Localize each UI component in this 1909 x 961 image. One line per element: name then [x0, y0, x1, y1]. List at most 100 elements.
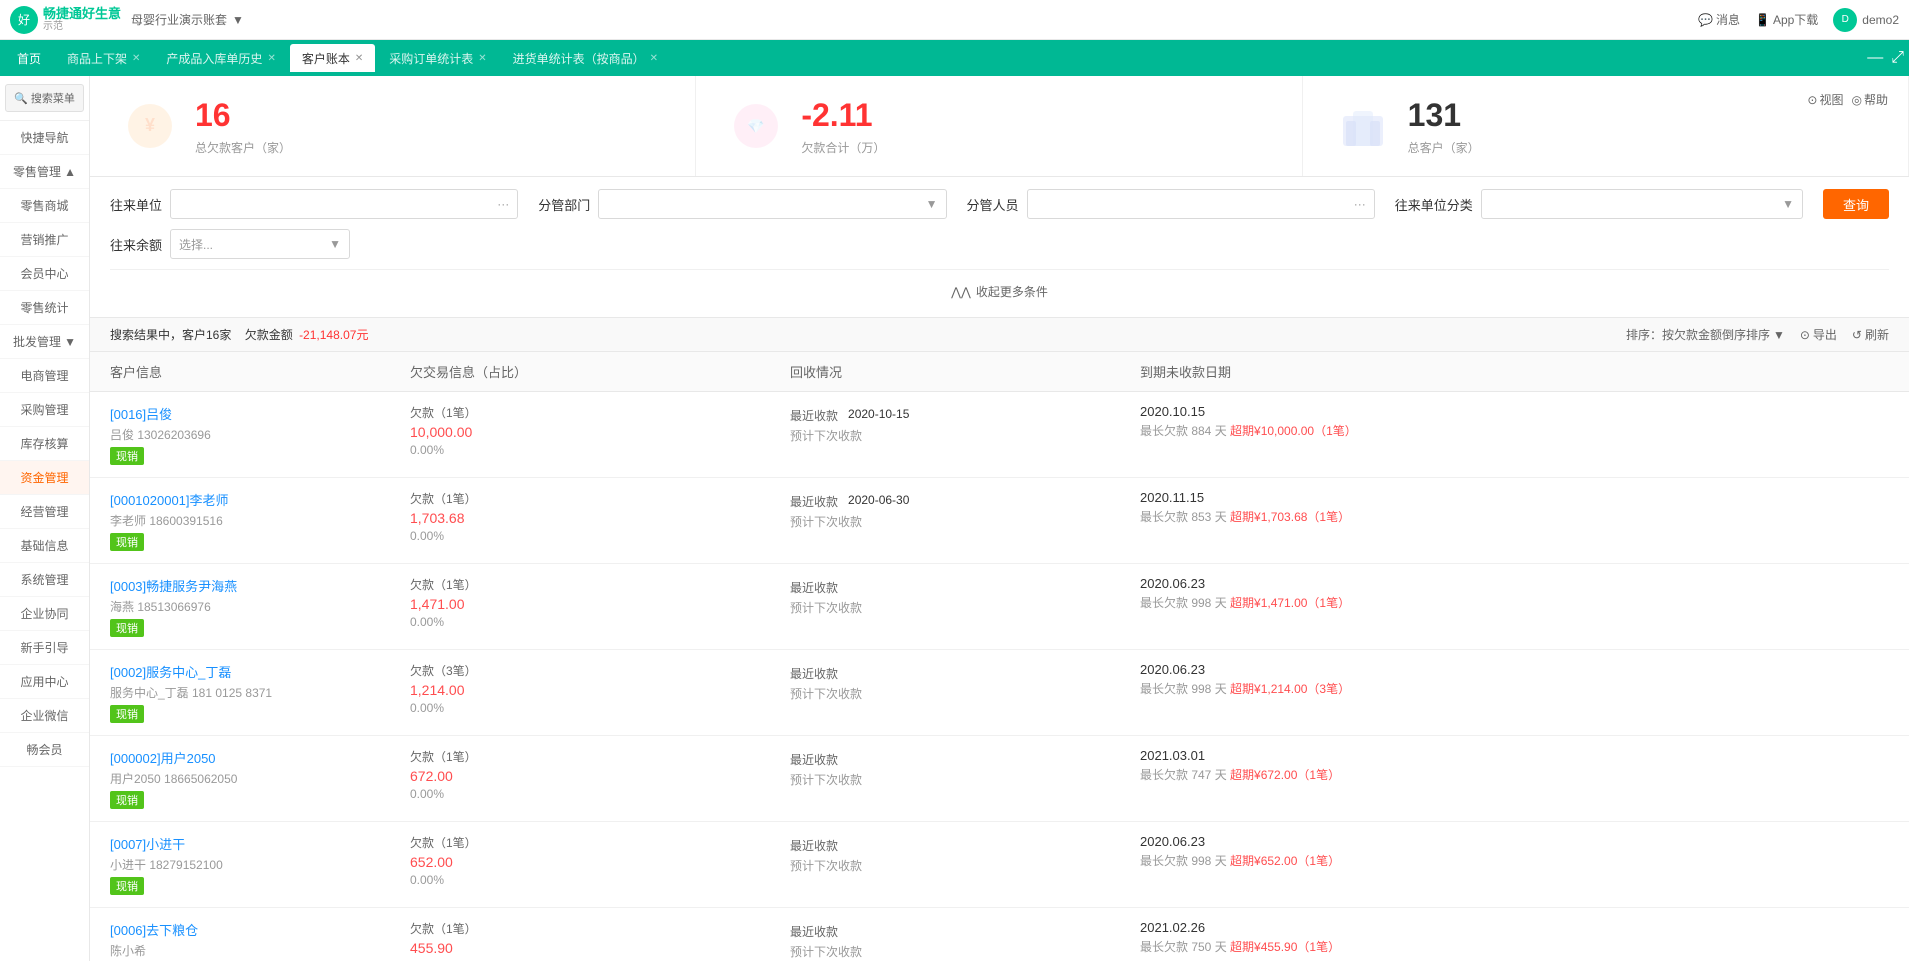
customer-tag: 现销: [110, 533, 144, 551]
overdue-detail: 最长欠款 853 天 超期¥1,703.68（1笔）: [1140, 508, 1889, 525]
sidebar-item-finance[interactable]: 资金管理: [0, 461, 89, 495]
tab-product-history-close[interactable]: ✕: [267, 53, 275, 64]
collapse-btn[interactable]: ⋀⋀ 收起更多条件: [946, 278, 1053, 305]
overdue-link[interactable]: 超期¥1,214.00（3笔）: [1230, 682, 1350, 696]
sidebar-item-system[interactable]: 系统管理: [0, 563, 89, 597]
tab-product-history[interactable]: 产成品入库单历史 ✕: [154, 44, 287, 72]
tab-maximize-btn[interactable]: ⤢: [1891, 49, 1904, 67]
logo-text: 畅捷通好生意: [43, 6, 121, 22]
sidebar-item-retail-stats[interactable]: 零售统计: [0, 291, 89, 325]
view-icon: ⊙: [1807, 93, 1817, 107]
filter-row-1: 往来单位 ··· 分管部门 ▼ 分管人员: [110, 189, 1889, 219]
tab-purchase-order[interactable]: 采购订单统计表 ✕: [377, 44, 498, 72]
debt-amount[interactable]: 455.90: [410, 940, 790, 956]
sidebar-item-member-plus[interactable]: 畅会员: [0, 733, 89, 767]
sidebar-item-marketing[interactable]: 营销推广: [0, 223, 89, 257]
overdue-link[interactable]: 超期¥1,703.68（1笔）: [1230, 510, 1350, 524]
debt-amount[interactable]: 1,214.00: [410, 682, 790, 698]
debt-amount[interactable]: 1,703.68: [410, 510, 790, 526]
user-avatar: D: [1833, 8, 1857, 32]
view-btn[interactable]: ⊙ 视图: [1807, 91, 1843, 108]
company-select[interactable]: 母婴行业演示账套 ▼: [131, 11, 244, 28]
debt-amount[interactable]: 652.00: [410, 854, 790, 870]
debt-info-cell: 欠款（3笔） 1,214.00 0.00%: [410, 662, 790, 715]
customer-name[interactable]: [0003]畅捷服务尹海燕: [110, 576, 410, 595]
sidebar-item-member[interactable]: 会员中心: [0, 257, 89, 291]
tab-customer-account-close[interactable]: ✕: [355, 53, 363, 64]
sidebar-item-newbie[interactable]: 新手引导: [0, 631, 89, 665]
filter-dept-select[interactable]: ▼: [598, 189, 946, 219]
search-button[interactable]: 查询: [1823, 189, 1889, 219]
tab-home[interactable]: 首页: [5, 44, 53, 72]
export-label: 导出: [1813, 326, 1837, 343]
export-btn[interactable]: ⊙ 导出: [1800, 326, 1837, 343]
customer-name[interactable]: [000002]用户2050: [110, 748, 410, 767]
filter-manager-input[interactable]: ···: [1027, 189, 1375, 219]
filter-customer-text[interactable]: [179, 197, 497, 211]
sidebar-search-btn[interactable]: 🔍 搜索菜单: [5, 84, 84, 112]
sidebar-item-basic-info[interactable]: 基础信息: [0, 529, 89, 563]
debt-amount[interactable]: 10,000.00: [410, 424, 790, 440]
sidebar-item-retail-store[interactable]: 零售商城: [0, 189, 89, 223]
overdue-link[interactable]: 超期¥455.90（1笔）: [1230, 940, 1340, 954]
tab-purchase-stats[interactable]: 进货单统计表（按商品） ✕: [501, 44, 670, 72]
sidebar-item-corp-wechat[interactable]: 企业微信: [0, 699, 89, 733]
sidebar-item-system-label: 系统管理: [20, 573, 68, 587]
payment-next: 预计下次收款: [790, 943, 1140, 960]
table-header: 客户信息 欠交易信息（占比） 回收情况 到期未收款日期: [90, 352, 1909, 392]
sidebar-item-batch-mgmt-label: 批发管理: [13, 333, 61, 350]
filter-customer-input[interactable]: ···: [170, 189, 518, 219]
sidebar-item-app-center[interactable]: 应用中心: [0, 665, 89, 699]
customer-contact: 吕俊 13026203696: [110, 426, 410, 443]
svg-text:💎: 💎: [748, 118, 765, 134]
tab-product-off[interactable]: 商品上下架 ✕: [55, 44, 152, 72]
sort-select[interactable]: 排序：按欠款金额倒序排序 ▼: [1626, 326, 1785, 343]
sidebar-item-ecommerce[interactable]: 电商管理: [0, 359, 89, 393]
customer-contact: 李老师 18600391516: [110, 512, 410, 529]
payment-last-label: 最近收款: [790, 493, 838, 510]
filter-dept-label: 分管部门: [538, 195, 590, 214]
tab-product-off-close[interactable]: ✕: [132, 53, 140, 64]
help-btn[interactable]: ◎ 帮助: [1851, 91, 1888, 108]
tab-product-history-label: 产成品入库单历史: [166, 50, 262, 67]
tab-purchase-stats-close[interactable]: ✕: [650, 53, 658, 64]
tab-minimize-btn[interactable]: —: [1867, 49, 1883, 67]
tab-purchase-order-close[interactable]: ✕: [478, 53, 486, 64]
customer-name[interactable]: [0016]吕俊: [110, 404, 410, 423]
debt-amount[interactable]: 672.00: [410, 768, 790, 784]
overdue-link[interactable]: 超期¥672.00（1笔）: [1230, 768, 1340, 782]
customer-name[interactable]: [0001020001]李老师: [110, 490, 410, 509]
sidebar-item-operation[interactable]: 经营管理: [0, 495, 89, 529]
debt-percent: 0.00%: [410, 701, 790, 715]
result-count: 搜索结果中，客户16家: [110, 328, 231, 342]
stat-card1-icon: ¥: [120, 96, 180, 156]
filter-manager-text[interactable]: [1036, 197, 1354, 211]
stat-card2-info: -2.11 欠款合计（万）: [801, 97, 1271, 156]
filter-remain-placeholder: 选择...: [179, 236, 213, 253]
filter-category-select[interactable]: ▼: [1481, 189, 1803, 219]
debt-count: 欠款（1笔）: [410, 404, 790, 421]
refresh-btn[interactable]: ↺ 刷新: [1852, 326, 1889, 343]
sidebar-item-batch-mgmt[interactable]: 批发管理 ▼: [0, 325, 89, 359]
customer-name[interactable]: [0006]去下粮仓: [110, 920, 410, 939]
user-area[interactable]: D demo2: [1833, 8, 1899, 32]
app-download-btn[interactable]: 📱 App下载: [1755, 11, 1818, 28]
sidebar-item-inventory[interactable]: 库存核算: [0, 427, 89, 461]
sidebar-item-enterprise[interactable]: 企业协同: [0, 597, 89, 631]
filter-remain-select[interactable]: 选择... ▼: [170, 229, 350, 259]
tab-home-label: 首页: [17, 50, 41, 67]
tab-customer-account[interactable]: 客户账本 ✕: [290, 44, 375, 72]
overdue-link[interactable]: 超期¥10,000.00（1笔）: [1230, 424, 1357, 438]
debt-amount[interactable]: 1,471.00: [410, 596, 790, 612]
payment-last-label: 最近收款: [790, 665, 838, 682]
message-btn[interactable]: 💬 消息: [1698, 11, 1740, 28]
overdue-link[interactable]: 超期¥652.00（1笔）: [1230, 854, 1340, 868]
customer-name[interactable]: [0002]服务中心_丁磊: [110, 662, 410, 681]
customer-name[interactable]: [0007]小进干: [110, 834, 410, 853]
sidebar-item-purchase[interactable]: 采购管理: [0, 393, 89, 427]
sidebar-item-quick-nav[interactable]: 快捷导航: [0, 121, 89, 155]
sidebar-item-retail-mgmt[interactable]: 零售管理 ▲: [0, 155, 89, 189]
phone-icon: 📱: [1755, 13, 1770, 27]
overdue-date: 2020.06.23: [1140, 662, 1889, 677]
overdue-link[interactable]: 超期¥1,471.00（1笔）: [1230, 596, 1350, 610]
